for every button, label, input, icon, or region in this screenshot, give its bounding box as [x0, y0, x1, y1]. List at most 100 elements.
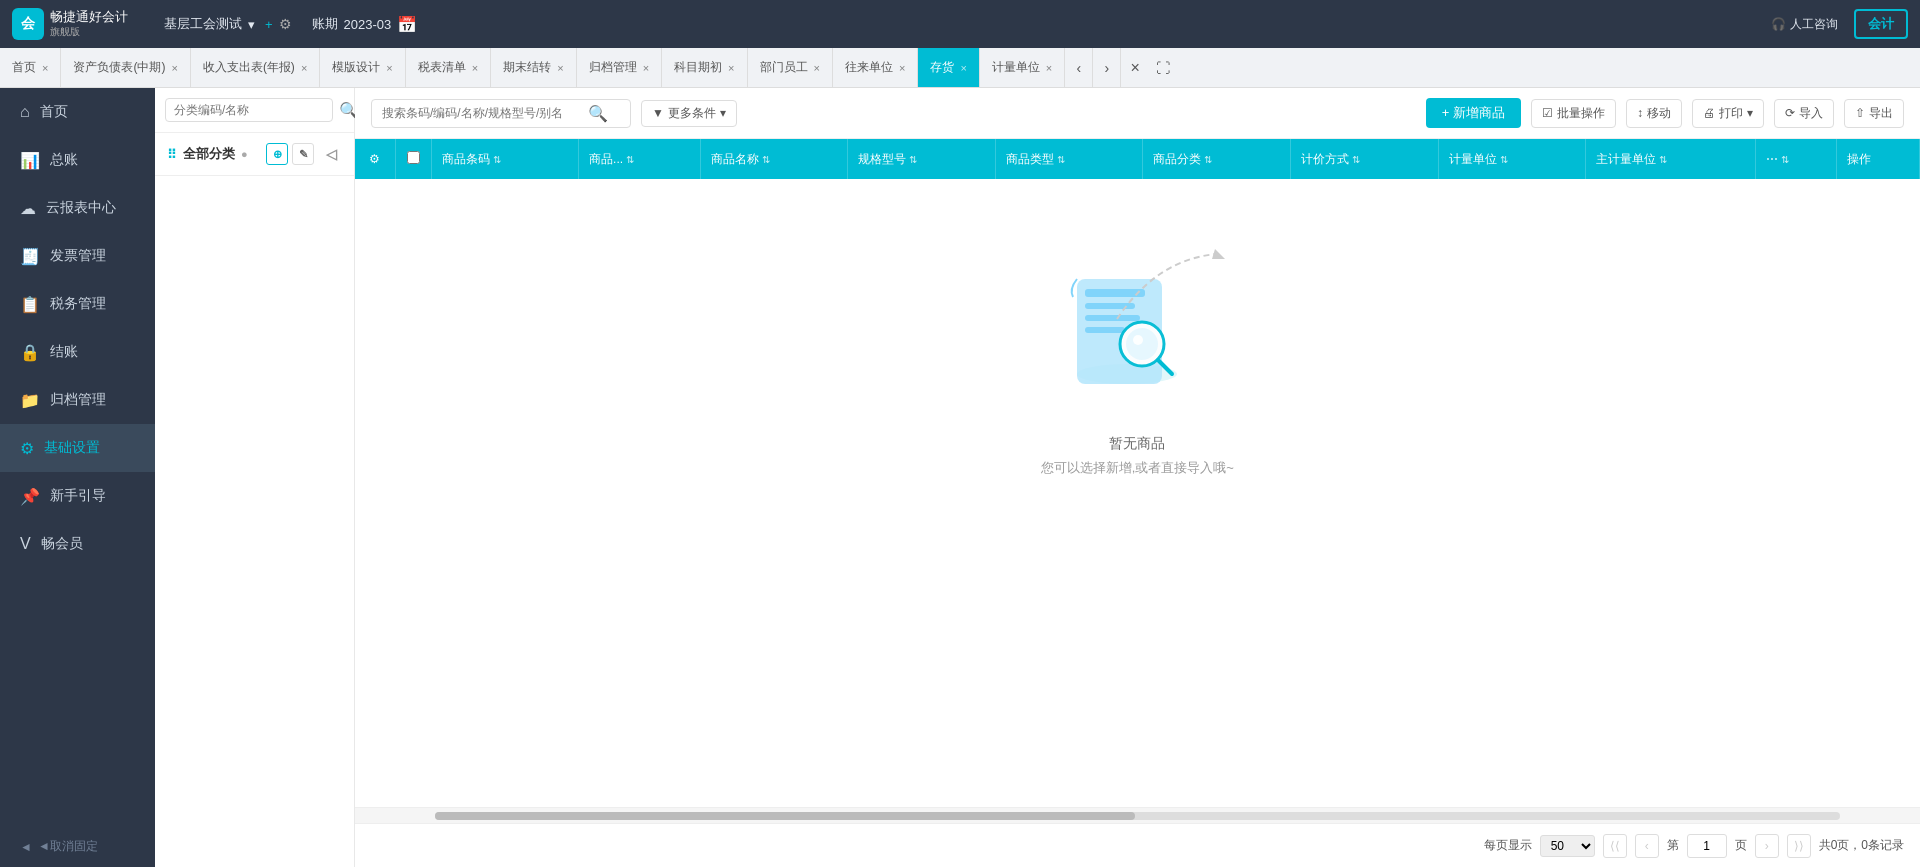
- move-label: 移动: [1647, 105, 1671, 122]
- tab-home[interactable]: 首页 ×: [0, 48, 61, 87]
- tab-counterpart[interactable]: 往来单位 ×: [833, 48, 918, 87]
- th-checkbox[interactable]: [395, 139, 431, 179]
- move-btn[interactable]: ↕ 移动: [1626, 99, 1682, 128]
- sidebar-item-invoice[interactable]: 🧾 发票管理: [0, 232, 155, 280]
- sidebar-tax-label: 税务管理: [50, 295, 106, 313]
- product-table-wrapper: ⚙ 商品条码⇅ 商品...⇅ 商品名称⇅: [355, 139, 1920, 807]
- sidebar-item-home[interactable]: ⌂ 首页: [0, 88, 155, 136]
- sidebar-item-tax[interactable]: 📋 税务管理: [0, 280, 155, 328]
- select-all-checkbox[interactable]: [407, 151, 420, 164]
- th-code[interactable]: 商品...⇅: [579, 139, 701, 179]
- tab-archive[interactable]: 归档管理 ×: [577, 48, 662, 87]
- tab-inventory[interactable]: 存货 ×: [918, 48, 979, 87]
- th-uom[interactable]: 计量单位⇅: [1438, 139, 1586, 179]
- first-page-btn[interactable]: ⟨⟨: [1603, 834, 1627, 858]
- tab-tax-list-close[interactable]: ×: [472, 62, 478, 74]
- tab-income-close[interactable]: ×: [301, 62, 307, 74]
- sidebar-item-report-center[interactable]: ☁ 云报表中心: [0, 184, 155, 232]
- filter-more-btn[interactable]: ▼ 更多条件 ▾: [641, 100, 737, 127]
- account-button[interactable]: 会计: [1854, 9, 1908, 39]
- export-btn[interactable]: ⇧ 导出: [1844, 99, 1904, 128]
- tab-template[interactable]: 模版设计 ×: [320, 48, 405, 87]
- next-page-btn[interactable]: ›: [1755, 834, 1779, 858]
- import-btn[interactable]: ⟳ 导入: [1774, 99, 1834, 128]
- tab-counterpart-close[interactable]: ×: [899, 62, 905, 74]
- tab-home-close[interactable]: ×: [42, 62, 48, 74]
- tab-close-all-btn[interactable]: ×: [1121, 48, 1149, 87]
- category-add-icon[interactable]: ⊕: [266, 143, 288, 165]
- tab-prev-btn[interactable]: ‹: [1065, 48, 1093, 87]
- tab-dept-staff[interactable]: 部门员工 ×: [748, 48, 833, 87]
- tab-income[interactable]: 收入支出表(年报) ×: [191, 48, 320, 87]
- tab-expand-btn[interactable]: ⛶: [1149, 48, 1177, 87]
- th-main-uom[interactable]: 主计量单位⇅: [1586, 139, 1756, 179]
- th-spec[interactable]: 规格型号⇅: [848, 139, 996, 179]
- tab-subject-init-close[interactable]: ×: [728, 62, 734, 74]
- tab-template-label: 模版设计: [332, 59, 380, 76]
- tab-uom[interactable]: 计量单位 ×: [980, 48, 1065, 87]
- th-barcode[interactable]: 商品条码⇅: [431, 139, 579, 179]
- org-selector[interactable]: 基层工会测试 ▾ + ⚙: [164, 15, 292, 33]
- product-search-input[interactable]: [382, 106, 582, 120]
- tab-template-close[interactable]: ×: [386, 62, 392, 74]
- tab-bar: 首页 × 资产负债表(中期) × 收入支出表(年报) × 模版设计 × 税表清单…: [0, 48, 1920, 88]
- category-edit-icon[interactable]: ✎: [292, 143, 314, 165]
- toolbar: 🔍 ▼ 更多条件 ▾ + 新增商品 ☑ 批量操作 ↕ 移动: [355, 88, 1920, 139]
- service-button[interactable]: 🎧 人工咨询: [1771, 16, 1838, 33]
- panel-collapse-btn[interactable]: ◁: [320, 143, 342, 165]
- tab-balance-sheet-close[interactable]: ×: [171, 62, 177, 74]
- org-add-icon[interactable]: +: [265, 17, 273, 32]
- th-more[interactable]: ⋯⇅: [1755, 139, 1836, 179]
- org-settings-icon[interactable]: ⚙: [279, 16, 292, 32]
- page-number-input[interactable]: [1687, 834, 1727, 858]
- th-action: 操作: [1836, 139, 1919, 179]
- category-panel: 🔍 ⠿ 全部分类 ● ⊕ ✎ ◁: [155, 88, 355, 867]
- sidebar-item-close-account[interactable]: 🔒 结账: [0, 328, 155, 376]
- sidebar-item-archive[interactable]: 📁 归档管理: [0, 376, 155, 424]
- tab-period-end-close[interactable]: ×: [557, 62, 563, 74]
- tab-uom-close[interactable]: ×: [1046, 62, 1052, 74]
- page-end-label: 页: [1735, 837, 1747, 854]
- th-settings[interactable]: ⚙: [355, 139, 395, 179]
- product-search-bar[interactable]: 🔍: [371, 99, 631, 128]
- import-label: 导入: [1799, 105, 1823, 122]
- logo-icon: 会: [12, 8, 44, 40]
- scrollbar-thumb[interactable]: [435, 812, 1135, 820]
- move-icon: ↕: [1637, 106, 1643, 120]
- period-label: 账期: [312, 15, 338, 33]
- tab-period-end[interactable]: 期末结转 ×: [491, 48, 576, 87]
- sidebar-unpin-btn[interactable]: ◄ ◄取消固定: [0, 826, 155, 867]
- sidebar-item-member[interactable]: V 畅会员: [0, 520, 155, 568]
- tab-subject-init[interactable]: 科目期初 ×: [662, 48, 747, 87]
- sidebar-item-ledger[interactable]: 📊 总账: [0, 136, 155, 184]
- tab-next-btn[interactable]: ›: [1093, 48, 1121, 87]
- last-page-btn[interactable]: ⟩⟩: [1787, 834, 1811, 858]
- logo-text-group: 畅捷通好会计 旗舰版: [50, 9, 128, 39]
- calendar-icon[interactable]: 📅: [397, 15, 417, 34]
- tab-inventory-label: 存货: [930, 59, 954, 76]
- tab-archive-close[interactable]: ×: [643, 62, 649, 74]
- product-search-icon[interactable]: 🔍: [588, 104, 608, 123]
- category-all-label: 全部分类: [183, 145, 235, 163]
- sidebar-item-beginner[interactable]: 📌 新手引导: [0, 472, 155, 520]
- category-search-input[interactable]: [165, 98, 333, 122]
- batch-label: 批量操作: [1557, 105, 1605, 122]
- tab-inventory-close[interactable]: ×: [960, 62, 966, 74]
- per-page-select[interactable]: 50 100 200: [1540, 835, 1595, 857]
- print-btn[interactable]: 🖨 打印 ▾: [1692, 99, 1764, 128]
- th-price-method[interactable]: 计价方式⇅: [1290, 139, 1438, 179]
- tab-dept-staff-close[interactable]: ×: [814, 62, 820, 74]
- tab-tax-list[interactable]: 税表清单 ×: [406, 48, 491, 87]
- tab-balance-sheet[interactable]: 资产负债表(中期) ×: [61, 48, 190, 87]
- export-icon: ⇧: [1855, 106, 1865, 120]
- th-name[interactable]: 商品名称⇅: [700, 139, 848, 179]
- new-product-btn[interactable]: + 新增商品: [1426, 98, 1521, 128]
- prev-page-btn[interactable]: ‹: [1635, 834, 1659, 858]
- batch-action-btn[interactable]: ☑ 批量操作: [1531, 99, 1616, 128]
- category-action-icons: ⊕ ✎: [266, 143, 314, 165]
- sidebar-item-basic-settings[interactable]: ⚙ 基础设置: [0, 424, 155, 472]
- th-category[interactable]: 商品分类⇅: [1143, 139, 1291, 179]
- horizontal-scrollbar[interactable]: [355, 807, 1920, 823]
- app-edition: 旗舰版: [50, 25, 128, 39]
- th-type[interactable]: 商品类型⇅: [995, 139, 1143, 179]
